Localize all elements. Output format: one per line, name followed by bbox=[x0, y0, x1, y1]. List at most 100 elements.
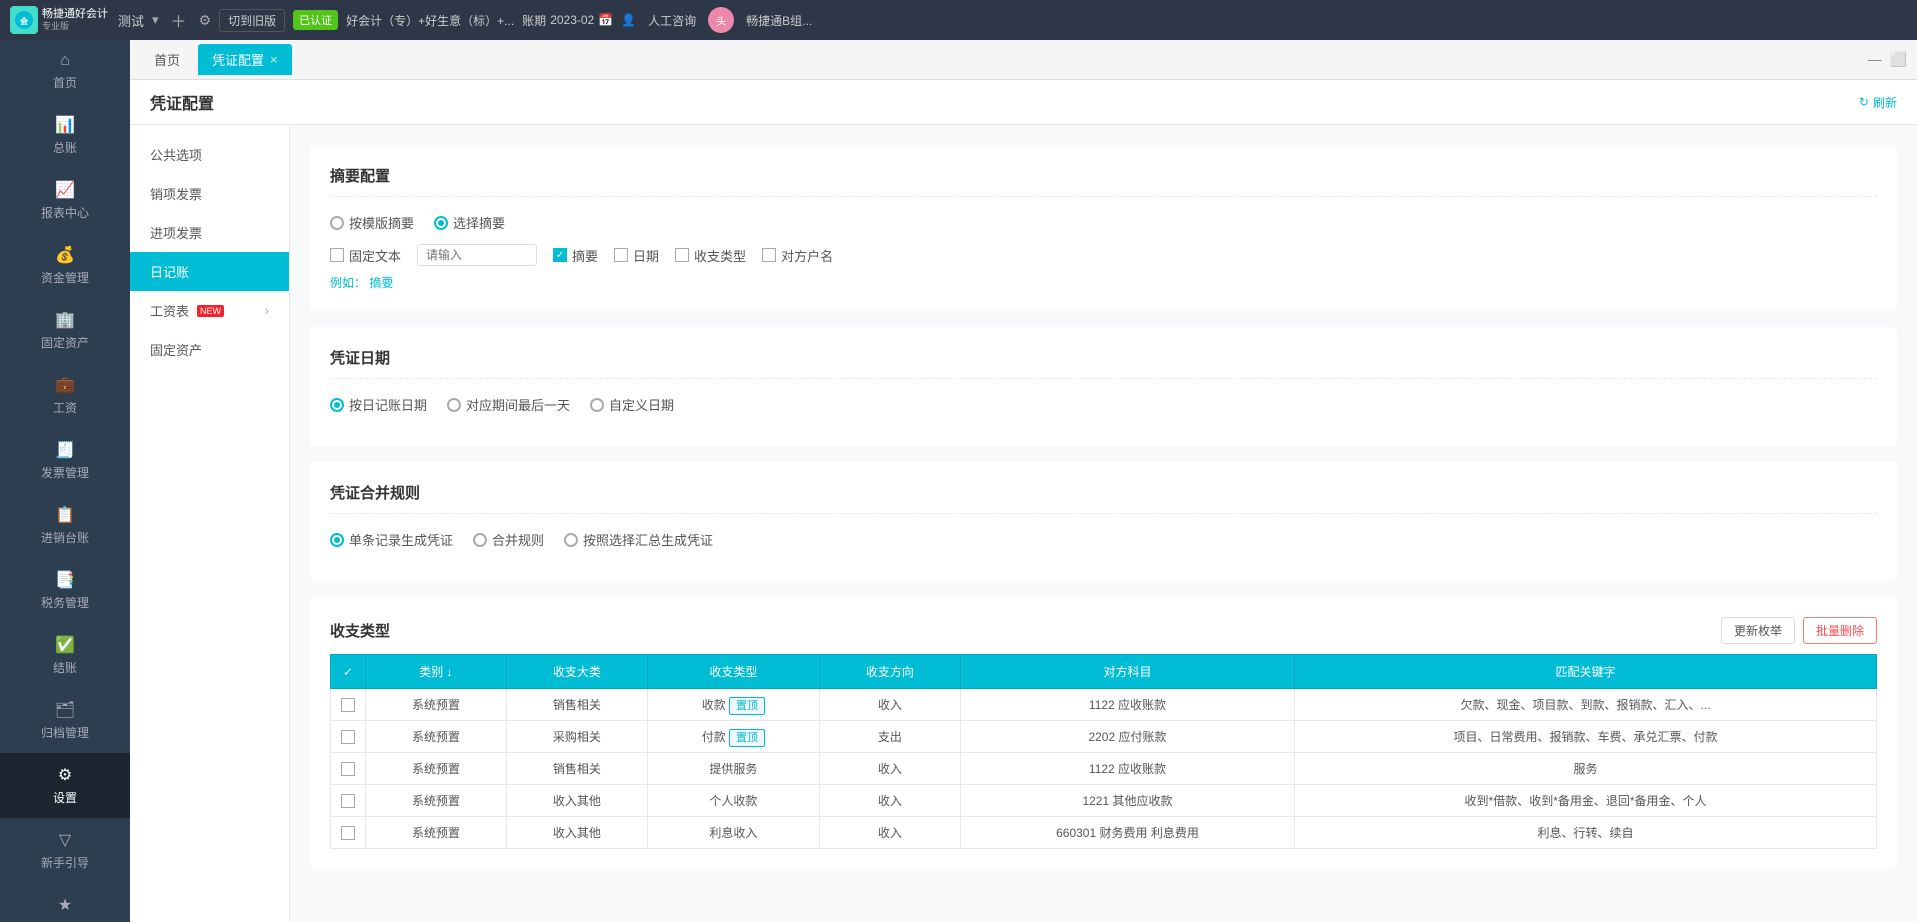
table-row: 系统预置 销售相关 提供服务 收入 1122 应收账款 服务 bbox=[331, 753, 1877, 785]
env-dropdown-icon[interactable]: ▾ bbox=[152, 12, 159, 28]
sidebar-item-funds[interactable]: 💰 资金管理 bbox=[0, 233, 130, 298]
td-category-1: 系统预置 bbox=[366, 721, 507, 753]
radio-circle-period bbox=[447, 398, 461, 412]
radio-journal-date[interactable]: 按日记账日期 bbox=[330, 395, 427, 414]
income-expense-table: ✓ 类别 ↓ 收支大类 收支类型 收支方向 对方科目 匹配关键字 bbox=[330, 654, 1877, 849]
sidebar-item-reports[interactable]: 📈 报表中心 bbox=[0, 168, 130, 233]
td-major-0: 销售相关 bbox=[506, 689, 647, 721]
checkbox-date[interactable]: 日期 bbox=[614, 246, 659, 265]
top-bar-right: 👤 人工咨询 头 畅捷通B组... bbox=[621, 7, 812, 33]
left-menu-item-payroll-table[interactable]: 工资表 NEW › bbox=[130, 291, 289, 330]
sidebar-item-archive[interactable]: 🗂 归档管理 bbox=[0, 688, 130, 753]
settings-sidebar-icon: ⚙ bbox=[58, 765, 72, 785]
th-checkbox[interactable]: ✓ bbox=[331, 655, 366, 689]
env-name[interactable]: 测试 bbox=[118, 11, 144, 30]
select-all-checkbox[interactable]: ✓ bbox=[341, 665, 355, 679]
td-keywords-4: 利息、行转、续自 bbox=[1295, 817, 1877, 849]
tab-minimize-icon[interactable]: — bbox=[1868, 51, 1882, 68]
left-menu-item-public[interactable]: 公共选项 bbox=[130, 135, 289, 174]
top-tag-0[interactable]: 置顶 bbox=[729, 697, 765, 715]
summary-checkbox-row: 固定文本 ✓ 摘要 日期 收支类型 bbox=[330, 244, 1877, 266]
period-badge: 账期 2023-02 📅 bbox=[522, 12, 613, 29]
table-row: 系统预置 采购相关 付款 置顶 支出 2202 应付账款 项目、日常费用、报销款… bbox=[331, 721, 1877, 753]
td-checkbox-4[interactable] bbox=[331, 817, 366, 849]
update-enum-button[interactable]: 更新枚举 bbox=[1721, 617, 1795, 644]
radio-circle-custom bbox=[590, 398, 604, 412]
refresh-button[interactable]: ↻ 刷新 bbox=[1859, 94, 1897, 111]
reports-icon: 📈 bbox=[55, 180, 75, 200]
sidebar-item-payroll[interactable]: 💼 工资 bbox=[0, 363, 130, 428]
left-menu-item-journal[interactable]: 日记账 bbox=[130, 252, 289, 291]
arrow-icon: › bbox=[265, 303, 269, 318]
content-area: 首页 凭证配置 × — ⬜ 凭证配置 ↻ 刷新 公共选项 bbox=[130, 40, 1917, 922]
sidebar: ⌂ 首页 📊 总账 📈 报表中心 💰 资金管理 🏢 固定资产 💼 工资 🧾 发票… bbox=[0, 40, 130, 922]
fixed-text-input[interactable] bbox=[417, 244, 537, 266]
batch-delete-button[interactable]: 批量删除 bbox=[1803, 617, 1877, 644]
income-expense-section: 收支类型 更新枚举 批量删除 ✓ 类别 ↓ bbox=[310, 597, 1897, 869]
checkbox-income-type[interactable]: 收支类型 bbox=[675, 246, 746, 265]
tab-maximize-icon[interactable]: ⬜ bbox=[1890, 51, 1907, 68]
settings-icon[interactable]: ⚙ bbox=[199, 12, 212, 29]
radio-select-summary[interactable]: 选择摘要 bbox=[434, 213, 505, 232]
td-type-1: 付款 置顶 bbox=[647, 721, 819, 753]
radio-summary-generate[interactable]: 按照选择汇总生成凭证 bbox=[564, 530, 713, 549]
period-label: 账期 bbox=[522, 12, 546, 29]
table-header: ✓ 类别 ↓ 收支大类 收支类型 收支方向 对方科目 匹配关键字 bbox=[331, 655, 1877, 689]
tab-home[interactable]: 首页 bbox=[140, 44, 194, 75]
td-type-3: 个人收款 bbox=[647, 785, 819, 817]
sidebar-item-purchase-sales[interactable]: 📋 进销台账 bbox=[0, 493, 130, 558]
sidebar-item-settings[interactable]: ⚙ 设置 bbox=[0, 753, 130, 818]
sidebar-item-label: 报表中心 bbox=[41, 204, 89, 221]
sidebar-item-guide[interactable]: ▽ 新手引导 bbox=[0, 818, 130, 883]
sidebar-item-invoices[interactable]: 🧾 发票管理 bbox=[0, 428, 130, 493]
radio-merge-rule[interactable]: 合并规则 bbox=[473, 530, 544, 549]
left-menu-item-purchase-invoice[interactable]: 进项发票 bbox=[130, 213, 289, 252]
sidebar-item-home[interactable]: ⌂ 首页 bbox=[0, 40, 130, 103]
table-body: 系统预置 销售相关 收款 置顶 收入 1122 应收账款 欠款、现金、项目款、到… bbox=[331, 689, 1877, 849]
new-badge: NEW bbox=[197, 305, 224, 317]
sidebar-item-tax[interactable]: 📑 税务管理 bbox=[0, 558, 130, 623]
table-row: 系统预置 销售相关 收款 置顶 收入 1122 应收账款 欠款、现金、项目款、到… bbox=[331, 689, 1877, 721]
radio-custom-date[interactable]: 自定义日期 bbox=[590, 395, 674, 414]
td-checkbox-2[interactable] bbox=[331, 753, 366, 785]
th-direction: 收支方向 bbox=[819, 655, 960, 689]
sidebar-item-label: 设置 bbox=[53, 789, 77, 806]
sidebar-item-closing[interactable]: ✅ 结账 bbox=[0, 623, 130, 688]
example-text: 例如： 摘要 bbox=[330, 274, 1877, 291]
td-major-2: 销售相关 bbox=[506, 753, 647, 785]
income-expense-title: 收支类型 bbox=[330, 620, 390, 641]
radio-period-last-day[interactable]: 对应期间最后一天 bbox=[447, 395, 570, 414]
summary-config-section: 摘要配置 按模版摘要 选择摘要 bbox=[310, 145, 1897, 311]
td-direction-1: 支出 bbox=[819, 721, 960, 753]
add-icon[interactable]: ＋ bbox=[167, 8, 191, 32]
tab-close-icon[interactable]: × bbox=[270, 52, 278, 67]
td-checkbox-1[interactable] bbox=[331, 721, 366, 753]
avatar[interactable]: 头 bbox=[708, 7, 734, 33]
certified-badge: 已认证 bbox=[293, 10, 338, 30]
sidebar-item-member[interactable]: ★ 畅会员 bbox=[0, 883, 130, 922]
summary-radio-group: 按模版摘要 选择摘要 bbox=[330, 213, 1877, 232]
td-type-0: 收款 置顶 bbox=[647, 689, 819, 721]
radio-single-record[interactable]: 单条记录生成凭证 bbox=[330, 530, 453, 549]
switch-version-button[interactable]: 切到旧版 bbox=[219, 9, 285, 32]
tab-voucher-config[interactable]: 凭证配置 × bbox=[198, 44, 292, 75]
logo-text: 畅捷通好会计 专业版 bbox=[42, 8, 108, 32]
voucher-date-radio-group: 按日记账日期 对应期间最后一天 自定义日期 bbox=[330, 395, 1877, 414]
sidebar-item-fixed-assets[interactable]: 🏢 固定资产 bbox=[0, 298, 130, 363]
checkbox-summary[interactable]: ✓ 摘要 bbox=[553, 246, 598, 265]
checkbox-counterparty[interactable]: 对方户名 bbox=[762, 246, 833, 265]
left-menu-item-fixed-assets-config[interactable]: 固定资产 bbox=[130, 330, 289, 369]
user-name[interactable]: 畅捷通B组... bbox=[746, 12, 812, 29]
td-checkbox-3[interactable] bbox=[331, 785, 366, 817]
support-label[interactable]: 人工咨询 bbox=[648, 12, 696, 29]
radio-template-summary[interactable]: 按模版摘要 bbox=[330, 213, 414, 232]
td-major-4: 收入其他 bbox=[506, 817, 647, 849]
checkbox-fixed-text[interactable]: 固定文本 bbox=[330, 246, 401, 265]
main-layout: ⌂ 首页 📊 总账 📈 报表中心 💰 资金管理 🏢 固定资产 💼 工资 🧾 发票… bbox=[0, 40, 1917, 922]
top-tag-1[interactable]: 置顶 bbox=[729, 729, 765, 747]
sidebar-item-general-ledger[interactable]: 📊 总账 bbox=[0, 103, 130, 168]
left-menu-item-sales-invoice[interactable]: 销项发票 bbox=[130, 174, 289, 213]
accounting-info: 好会计（专）+好生意（标）+... bbox=[346, 12, 514, 29]
td-keywords-1: 项目、日常费用、报销款、车费、承兑汇票、付款 bbox=[1295, 721, 1877, 753]
td-checkbox-0[interactable] bbox=[331, 689, 366, 721]
